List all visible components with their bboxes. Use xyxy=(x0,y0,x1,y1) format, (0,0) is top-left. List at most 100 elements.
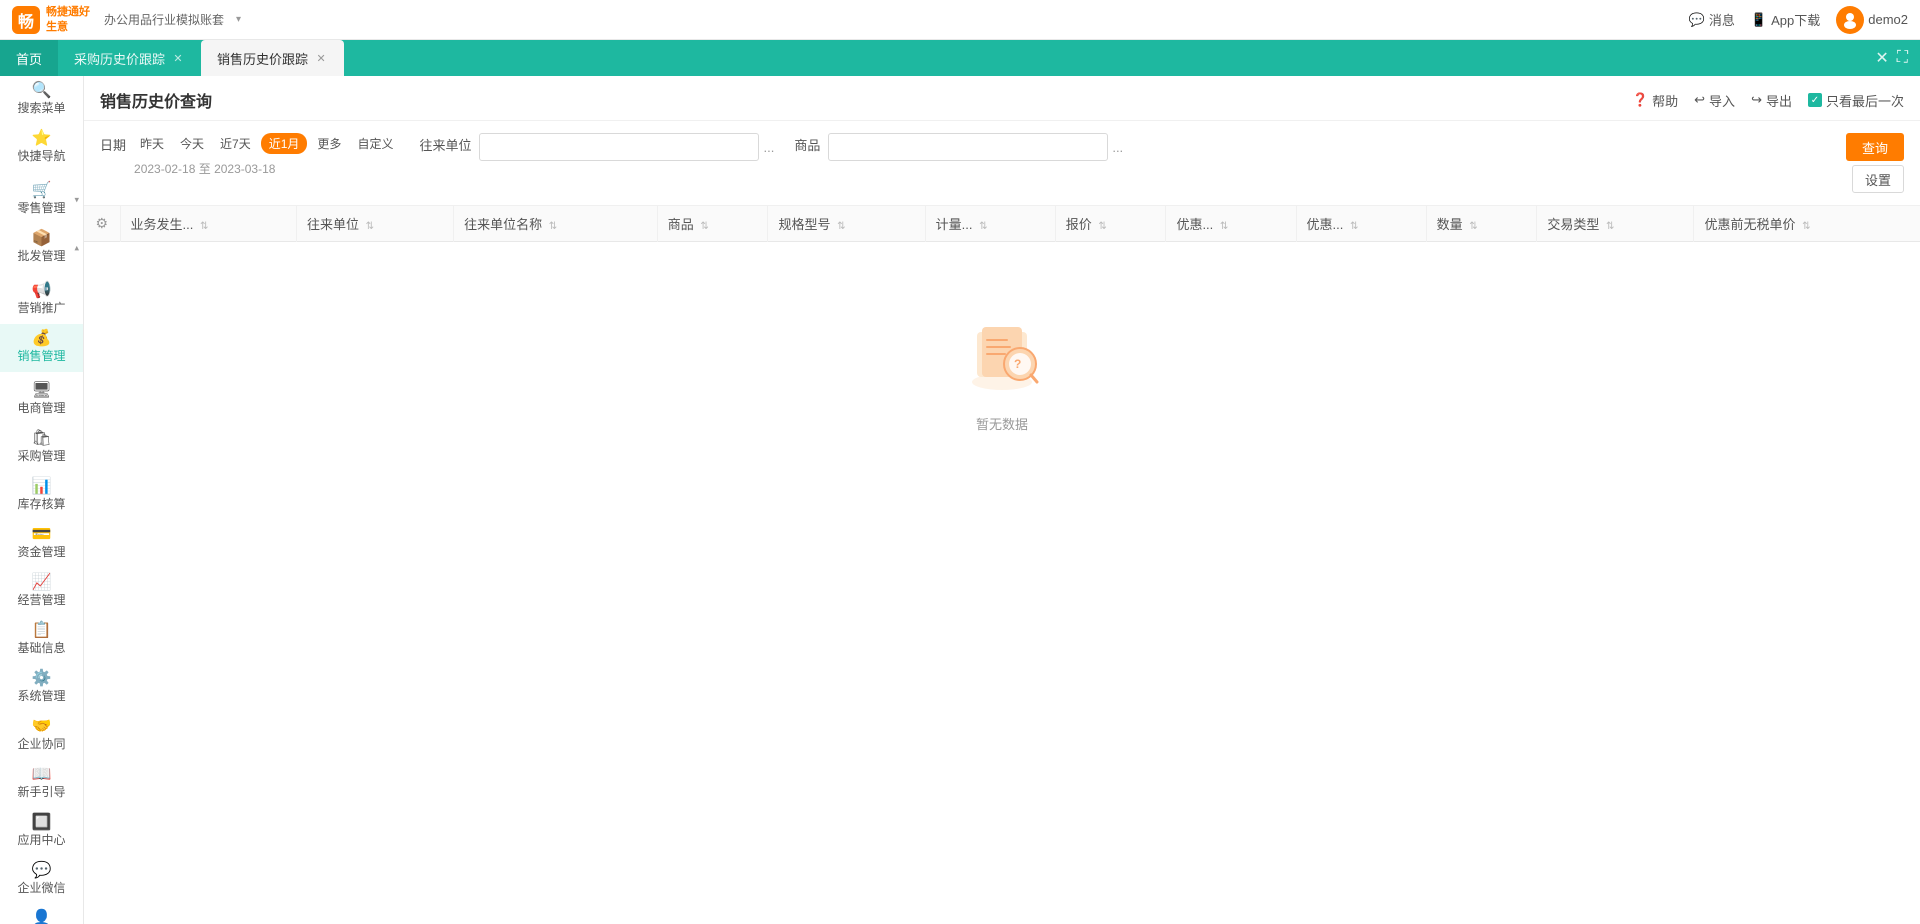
breadcrumb-dropdown-icon[interactable]: ▾ xyxy=(236,14,241,25)
empty-state: ? 暂无数据 xyxy=(84,242,1920,493)
sidebar-item-enterprise[interactable]: 🤝 企业协同 xyxy=(0,712,83,760)
product-input[interactable] xyxy=(828,133,1108,161)
username-label: demo2 xyxy=(1868,12,1908,27)
data-table: ⚙ 业务发生... ⇅ 往来单位 ⇅ 往来单位名称 xyxy=(84,206,1920,242)
sort-icon-price: ⇅ xyxy=(1098,221,1106,232)
table-th-no-tax-price[interactable]: 优惠前无税单价 ⇅ xyxy=(1694,206,1920,242)
sidebar-item-quick-nav[interactable]: ⭐ 快捷导航 xyxy=(0,124,83,172)
sidebar-item-system[interactable]: ⚙️ 系统管理 xyxy=(0,664,83,712)
sidebar-item-finance-label: 资金管理 xyxy=(17,545,65,561)
sidebar-item-finance[interactable]: 💳 资金管理 xyxy=(0,520,83,568)
date-tab-7days[interactable]: 近7天 xyxy=(214,133,257,154)
sidebar-item-wechat[interactable]: 💬 企业微信 xyxy=(0,856,83,904)
date-tab-custom[interactable]: 自定义 xyxy=(351,133,399,154)
product-input-group: ... xyxy=(828,133,1123,161)
sidebar-item-business[interactable]: 📈 经营管理 xyxy=(0,568,83,616)
date-range-display: 2023-02-18 至 2023-03-18 xyxy=(134,160,399,177)
search-icon: 🔍 xyxy=(32,83,52,99)
page-header-actions: ❓ 帮助 ↩ 导入 ↪ 导出 ✓ 只看最后一次 xyxy=(1632,91,1904,110)
sidebar-item-marketing[interactable]: 📢 营销推广 xyxy=(0,276,83,324)
sidebar-item-search[interactable]: 🔍 搜索菜单 xyxy=(0,76,83,124)
sidebar-item-sales[interactable]: 💰 销售管理 xyxy=(0,324,83,372)
tab-purchase-close-icon[interactable]: ✕ xyxy=(171,51,185,65)
import-button[interactable]: ↩ 导入 xyxy=(1694,91,1735,110)
marketing-icon: 📢 xyxy=(32,283,52,299)
table-th-unit-label: 计量... xyxy=(936,217,973,232)
table-th-quantity[interactable]: 数量 ⇅ xyxy=(1426,206,1537,242)
main-layout: 🔍 搜索菜单 ⭐ 快捷导航 🛒 零售管理 ▾ 📦 批发管理 ▴ 📢 营销推广 💰… xyxy=(0,76,1920,924)
query-button[interactable]: 查询 xyxy=(1846,133,1904,161)
table-th-unit[interactable]: 计量... ⇅ xyxy=(925,206,1055,242)
table-th-discount1[interactable]: 优惠... ⇅ xyxy=(1166,206,1296,242)
sidebar-item-ecommerce[interactable]: 🖥 电商管理 xyxy=(0,376,83,424)
date-filter-label: 日期 xyxy=(100,133,126,154)
date-tabs: 昨天 今天 近7天 近1月 更多 自定义 xyxy=(134,133,399,154)
sidebar-item-purchase[interactable]: 🛍 采购管理 xyxy=(0,424,83,472)
help-icon: ❓ xyxy=(1632,92,1648,108)
finance-icon: 💳 xyxy=(32,527,52,543)
sidebar-item-search-label: 搜索菜单 xyxy=(17,101,65,117)
app-download-button[interactable]: 📱 App下载 xyxy=(1751,10,1820,29)
tab-sales-close-icon[interactable]: ✕ xyxy=(314,51,328,65)
message-button[interactable]: 💬 消息 xyxy=(1689,10,1735,29)
app-download-label: App下载 xyxy=(1771,10,1820,29)
date-tab-yesterday[interactable]: 昨天 xyxy=(134,133,170,154)
app-download-icon: 📱 xyxy=(1751,12,1767,28)
export-icon: ↪ xyxy=(1751,92,1762,108)
table-th-partner-name[interactable]: 往来单位名称 ⇅ xyxy=(454,206,658,242)
sales-icon: 💰 xyxy=(32,331,52,347)
help-button[interactable]: ❓ 帮助 xyxy=(1632,91,1678,110)
partner-dots[interactable]: ... xyxy=(763,140,774,155)
table-th-biz-date-label: 业务发生... xyxy=(131,217,194,232)
table-th-price-label: 报价 xyxy=(1066,217,1092,232)
table-area: ⚙ 业务发生... ⇅ 往来单位 ⇅ 往来单位名称 xyxy=(84,206,1920,924)
sidebar-item-wholesale[interactable]: 📦 批发管理 ▴ xyxy=(0,224,83,272)
sidebar-item-wholesale-label: 批发管理 xyxy=(17,249,65,265)
only-last-checkbox[interactable]: ✓ 只看最后一次 xyxy=(1808,91,1904,110)
window-maximize-icon[interactable]: ⛶ xyxy=(1897,49,1908,67)
sidebar-item-basic[interactable]: 📋 基础信息 xyxy=(0,616,83,664)
import-label: 导入 xyxy=(1709,91,1735,110)
tab-purchase-history[interactable]: 采购历史价跟踪 ✕ xyxy=(58,40,201,76)
date-tab-1month[interactable]: 近1月 xyxy=(261,133,308,154)
tab-home[interactable]: 首页 xyxy=(0,40,58,76)
table-th-price[interactable]: 报价 ⇅ xyxy=(1055,206,1166,242)
table-th-discount2[interactable]: 优惠... ⇅ xyxy=(1296,206,1426,242)
sort-icon-quantity: ⇅ xyxy=(1469,221,1477,232)
sidebar-item-member[interactable]: 👤 畅会员 xyxy=(0,904,83,924)
table-settings-icon[interactable]: ⚙ xyxy=(95,215,108,231)
tab-sales-history[interactable]: 销售历史价跟踪 ✕ xyxy=(201,40,344,76)
only-last-check-icon: ✓ xyxy=(1808,93,1822,107)
sidebar-item-apps[interactable]: 🔲 应用中心 xyxy=(0,808,83,856)
user-profile[interactable]: demo2 xyxy=(1836,6,1908,34)
table-header-row: ⚙ 业务发生... ⇅ 往来单位 ⇅ 往来单位名称 xyxy=(84,206,1920,242)
date-tab-today[interactable]: 今天 xyxy=(174,133,210,154)
guide-icon: 📖 xyxy=(32,767,52,783)
partner-input[interactable] xyxy=(479,133,759,161)
sidebar-item-quick-nav-label: 快捷导航 xyxy=(17,149,65,165)
sidebar-item-guide[interactable]: 📖 新手引导 xyxy=(0,760,83,808)
table-th-partner-code[interactable]: 往来单位 ⇅ xyxy=(297,206,454,242)
sort-icon-no-tax-price: ⇅ xyxy=(1802,221,1810,232)
empty-illustration: ? xyxy=(952,302,1052,402)
export-label: 导出 xyxy=(1766,91,1792,110)
table-th-biz-date[interactable]: 业务发生... ⇅ xyxy=(120,206,297,242)
settings-button[interactable]: 设置 xyxy=(1852,165,1904,193)
ecommerce-icon: 🖥 xyxy=(31,383,51,399)
export-button[interactable]: ↪ 导出 xyxy=(1751,91,1792,110)
sidebar-item-inventory[interactable]: 📊 库存核算 xyxy=(0,472,83,520)
retail-expand-icon: ▾ xyxy=(74,195,79,206)
product-dots[interactable]: ... xyxy=(1112,140,1123,155)
table-th-spec[interactable]: 规格型号 ⇅ xyxy=(768,206,925,242)
sort-icon-biz-date: ⇅ xyxy=(200,221,208,232)
sidebar-item-guide-label: 新手引导 xyxy=(17,785,65,801)
message-icon: 💬 xyxy=(1689,12,1705,28)
sidebar-item-enterprise-label: 企业协同 xyxy=(17,737,65,753)
table-th-trade-type[interactable]: 交易类型 ⇅ xyxy=(1537,206,1694,242)
date-filter-controls: 昨天 今天 近7天 近1月 更多 自定义 2023-02-18 至 2023-0… xyxy=(134,133,399,177)
sidebar-item-retail[interactable]: 🛒 零售管理 ▾ xyxy=(0,176,83,224)
table-th-product[interactable]: 商品 ⇅ xyxy=(657,206,768,242)
date-tab-more[interactable]: 更多 xyxy=(311,133,347,154)
window-close-icon[interactable]: ✕ xyxy=(1875,48,1888,68)
wholesale-icon: 📦 xyxy=(32,231,52,247)
